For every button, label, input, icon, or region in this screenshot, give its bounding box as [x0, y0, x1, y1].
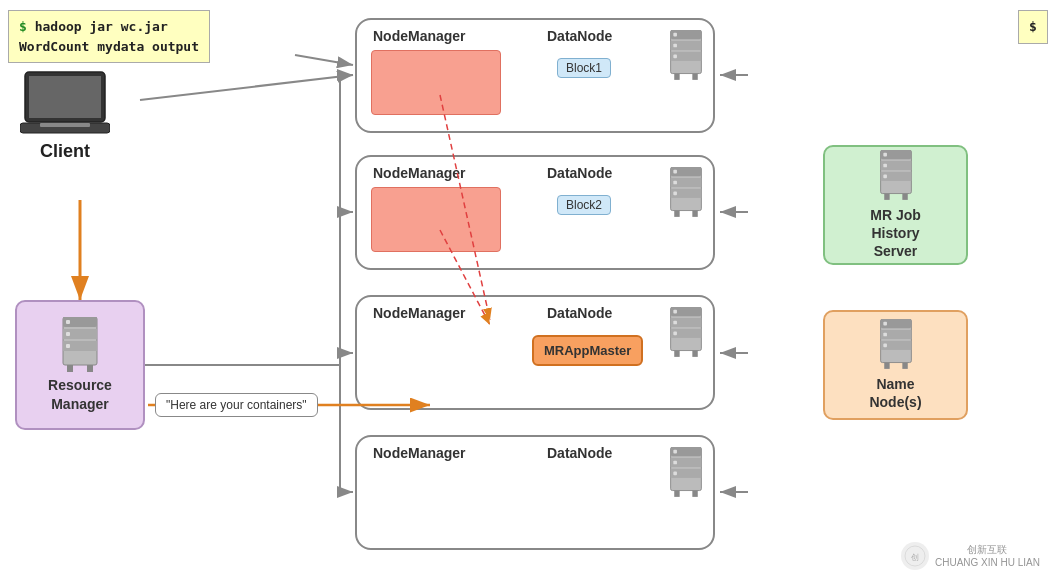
- nm2-label: NodeManager: [373, 165, 466, 181]
- svg-rect-39: [692, 351, 697, 357]
- speech-bubble: "Here are your containers": [155, 393, 318, 417]
- svg-rect-11: [67, 365, 73, 372]
- nm1-label: NodeManager: [373, 28, 466, 44]
- svg-rect-65: [884, 362, 889, 368]
- svg-rect-48: [692, 491, 697, 497]
- svg-rect-20: [674, 74, 679, 80]
- svg-rect-36: [673, 321, 677, 325]
- svg-rect-37: [673, 332, 677, 336]
- mrapp-master-box: MRAppMaster: [532, 335, 643, 366]
- svg-rect-9: [66, 332, 70, 336]
- client-area: Client: [20, 70, 110, 162]
- dollar-sign: $: [19, 19, 27, 34]
- cmd-line1: hadoop jar wc.jar: [27, 19, 168, 34]
- svg-rect-64: [883, 343, 887, 347]
- mr-history-server-box: MR JobHistoryServer: [823, 145, 968, 265]
- nm-panel-4: NodeManager DataNode: [355, 435, 715, 550]
- svg-rect-26: [673, 170, 677, 174]
- mr-history-label: MR JobHistoryServer: [870, 206, 921, 261]
- svg-rect-35: [673, 310, 677, 314]
- svg-rect-57: [902, 193, 907, 199]
- svg-rect-38: [674, 351, 679, 357]
- block2-label: Block2: [557, 195, 611, 215]
- nm1-server-icon: [667, 30, 705, 80]
- dn1-label: DataNode: [547, 28, 612, 44]
- dn2-label: DataNode: [547, 165, 612, 181]
- svg-rect-8: [66, 320, 70, 324]
- command-box-right: $: [1018, 10, 1048, 44]
- svg-rect-3: [40, 123, 90, 127]
- nm4-label: NodeManager: [373, 445, 466, 461]
- rm-label: ResourceManager: [48, 376, 112, 412]
- command-box: $ hadoop jar wc.jar WordCount mydata out…: [8, 10, 210, 63]
- nm-panel-1: NodeManager DataNode Block1: [355, 18, 715, 133]
- svg-line-72: [295, 55, 353, 65]
- svg-rect-27: [673, 181, 677, 185]
- svg-rect-45: [673, 461, 677, 465]
- container-box-1: [371, 50, 501, 115]
- svg-line-71: [140, 75, 353, 100]
- svg-rect-56: [884, 193, 889, 199]
- container-box-2: [371, 187, 501, 252]
- nm3-server-icon: [667, 307, 705, 357]
- svg-rect-29: [674, 211, 679, 217]
- svg-rect-21: [692, 74, 697, 80]
- svg-rect-55: [883, 174, 887, 178]
- watermark-text: 创新互联 CHUANG XIN HU LIAN: [935, 543, 1040, 569]
- resource-manager-box: ResourceManager: [15, 300, 145, 430]
- nm-panel-3: NodeManager DataNode MRAppMaster: [355, 295, 715, 410]
- svg-text:创: 创: [911, 553, 919, 562]
- svg-rect-44: [673, 450, 677, 454]
- mr-history-server-icon: [877, 150, 915, 200]
- namenode-box: NameNode(s): [823, 310, 968, 420]
- dn4-label: DataNode: [547, 445, 612, 461]
- svg-rect-28: [673, 192, 677, 196]
- nm2-server-icon: [667, 167, 705, 217]
- namenode-label: NameNode(s): [869, 375, 921, 411]
- svg-rect-12: [87, 365, 93, 372]
- svg-rect-1: [29, 76, 101, 118]
- svg-rect-30: [692, 211, 697, 217]
- svg-rect-18: [673, 44, 677, 48]
- mrapp-label: MRAppMaster: [544, 343, 631, 358]
- svg-rect-47: [674, 491, 679, 497]
- cmd-line2: WordCount mydata output: [19, 39, 199, 54]
- speech-text: "Here are your containers": [166, 398, 307, 412]
- namenode-server-icon: [877, 319, 915, 369]
- laptop-icon: [20, 70, 110, 135]
- svg-rect-62: [883, 322, 887, 326]
- svg-rect-19: [673, 55, 677, 59]
- svg-rect-54: [883, 163, 887, 167]
- client-label: Client: [40, 141, 90, 162]
- svg-rect-17: [673, 33, 677, 37]
- dollar-right: $: [1029, 19, 1037, 34]
- svg-rect-46: [673, 472, 677, 476]
- nm4-server-icon: [667, 447, 705, 497]
- dn3-label: DataNode: [547, 305, 612, 321]
- svg-rect-53: [883, 153, 887, 157]
- nm3-label: NodeManager: [373, 305, 466, 321]
- rm-server-icon: [59, 317, 101, 372]
- watermark: 创 创新互联 CHUANG XIN HU LIAN: [901, 542, 1040, 570]
- nm-panel-2: NodeManager DataNode Block2: [355, 155, 715, 270]
- watermark-logo: 创: [901, 542, 929, 570]
- svg-rect-63: [883, 333, 887, 337]
- block1-label: Block1: [557, 58, 611, 78]
- svg-rect-10: [66, 344, 70, 348]
- svg-rect-66: [902, 362, 907, 368]
